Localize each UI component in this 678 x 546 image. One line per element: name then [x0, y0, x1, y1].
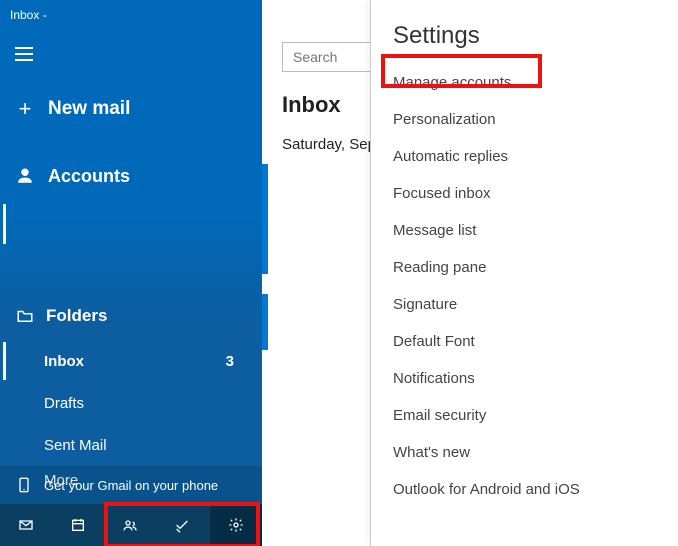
- settings-item-default-font[interactable]: Default Font: [371, 323, 678, 360]
- promo-text: Get your Gmail on your phone: [44, 478, 218, 493]
- calendar-nav-button[interactable]: [52, 504, 104, 546]
- new-mail-label: New mail: [48, 98, 130, 120]
- promo-banner[interactable]: Get your Gmail on your phone: [0, 466, 262, 504]
- phone-icon: [16, 477, 32, 493]
- folder-item-drafts[interactable]: Drafts: [0, 382, 262, 424]
- calendar-icon: [70, 517, 86, 533]
- folder-count: 3: [226, 353, 234, 370]
- hamburger-button[interactable]: [0, 30, 48, 78]
- settings-item-personalization[interactable]: Personalization: [371, 101, 678, 138]
- settings-item-email-security[interactable]: Email security: [371, 397, 678, 434]
- person-icon: [16, 167, 34, 185]
- accounts-header[interactable]: Accounts: [0, 152, 262, 200]
- plus-icon: +: [16, 96, 34, 122]
- window-title-left: Inbox -: [0, 0, 262, 30]
- folder-item-inbox[interactable]: Inbox 3: [0, 340, 262, 382]
- settings-title: Settings: [371, 22, 678, 64]
- message-accent-bar: [262, 164, 268, 274]
- folders-header-label: Folders: [46, 306, 107, 326]
- account-active-indicator: [3, 204, 6, 244]
- folder-label: Inbox: [44, 353, 84, 370]
- hamburger-icon: [15, 47, 33, 61]
- mail-app-window: Inbox - + New mail Accounts Folders Inbo…: [0, 0, 678, 546]
- settings-item-automatic-replies[interactable]: Automatic replies: [371, 138, 678, 175]
- folder-item-sent[interactable]: Sent Mail: [0, 424, 262, 466]
- todo-nav-button[interactable]: [156, 504, 208, 546]
- folder-label: Sent Mail: [44, 437, 107, 454]
- settings-item-notifications[interactable]: Notifications: [371, 360, 678, 397]
- window-title-text: Inbox -: [10, 8, 47, 22]
- settings-list: Manage accounts Personalization Automati…: [371, 64, 678, 508]
- settings-item-outlook-mobile[interactable]: Outlook for Android and iOS: [371, 471, 678, 508]
- settings-flyout: Settings Manage accounts Personalization…: [370, 0, 678, 546]
- people-icon: [122, 517, 138, 533]
- message-accent-bar: [262, 294, 268, 350]
- people-nav-button[interactable]: [104, 504, 156, 546]
- folder-icon: [16, 307, 34, 325]
- settings-nav-button[interactable]: [210, 504, 262, 546]
- folder-label: Drafts: [44, 395, 84, 412]
- settings-item-message-list[interactable]: Message list: [371, 212, 678, 249]
- accounts-label: Accounts: [48, 166, 130, 187]
- gear-icon: [228, 517, 244, 533]
- settings-item-whats-new[interactable]: What's new: [371, 434, 678, 471]
- mail-icon: [18, 517, 34, 533]
- bottom-toolbar: [0, 504, 262, 546]
- account-selected[interactable]: [0, 204, 262, 244]
- settings-item-signature[interactable]: Signature: [371, 286, 678, 323]
- settings-item-reading-pane[interactable]: Reading pane: [371, 249, 678, 286]
- sidebar: Inbox - + New mail Accounts Folders Inbo…: [0, 0, 262, 546]
- settings-item-focused-inbox[interactable]: Focused inbox: [371, 175, 678, 212]
- new-mail-button[interactable]: + New mail: [0, 84, 262, 134]
- settings-item-manage-accounts[interactable]: Manage accounts: [371, 64, 678, 101]
- mail-nav-button[interactable]: [0, 504, 52, 546]
- todo-icon: [174, 517, 190, 533]
- folders-header[interactable]: Folders: [0, 296, 262, 336]
- main-panel: Inbox Saturday, Sep Settings Manage acco…: [262, 0, 678, 546]
